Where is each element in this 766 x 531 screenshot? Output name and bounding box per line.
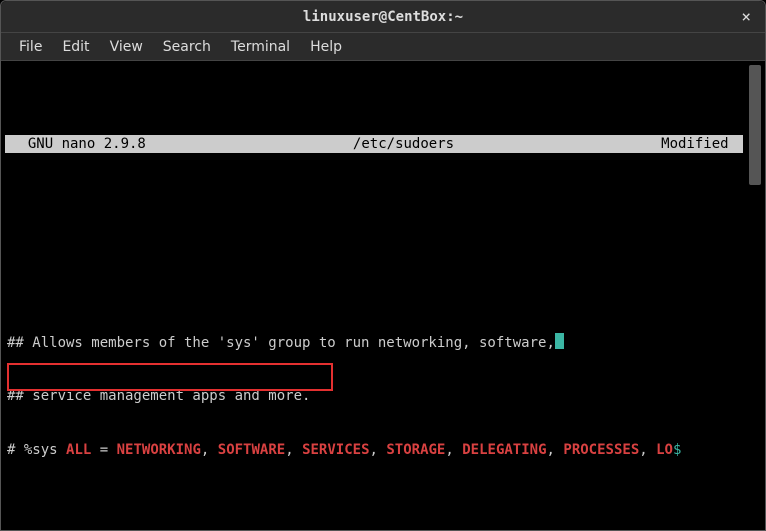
terminal-body[interactable]: GNU nano 2.9.8 /etc/sudoers Modified ## … xyxy=(1,61,765,530)
menu-help[interactable]: Help xyxy=(300,35,352,59)
menu-search[interactable]: Search xyxy=(153,35,221,59)
blank-line xyxy=(5,513,761,530)
window-title: linuxuser@CentBox:~ xyxy=(303,9,463,25)
nano-status: Modified xyxy=(661,135,737,153)
nano-app: GNU nano 2.9.8 xyxy=(11,135,146,153)
scrollbar[interactable] xyxy=(749,65,761,185)
titlebar: linuxuser@CentBox:~ × xyxy=(1,1,765,33)
code-line: # %sys ALL = NETWORKING, SOFTWARE, SERVI… xyxy=(5,441,761,459)
menu-edit[interactable]: Edit xyxy=(52,35,99,59)
code-line: ## Allows members of the 'sys' group to … xyxy=(5,333,761,351)
nano-header: GNU nano 2.9.8 /etc/sudoers Modified xyxy=(5,135,743,153)
code-line: ## service management apps and more. xyxy=(5,387,761,405)
menu-terminal[interactable]: Terminal xyxy=(221,35,300,59)
terminal-window: linuxuser@CentBox:~ × File Edit View Sea… xyxy=(0,0,766,531)
menubar: File Edit View Search Terminal Help xyxy=(1,33,765,61)
menu-file[interactable]: File xyxy=(9,35,52,59)
blank-line xyxy=(5,207,761,225)
close-icon[interactable]: × xyxy=(735,7,757,26)
nano-file: /etc/sudoers xyxy=(353,135,454,153)
blank-line xyxy=(5,261,761,279)
menu-view[interactable]: View xyxy=(100,35,153,59)
cursor xyxy=(555,333,564,349)
